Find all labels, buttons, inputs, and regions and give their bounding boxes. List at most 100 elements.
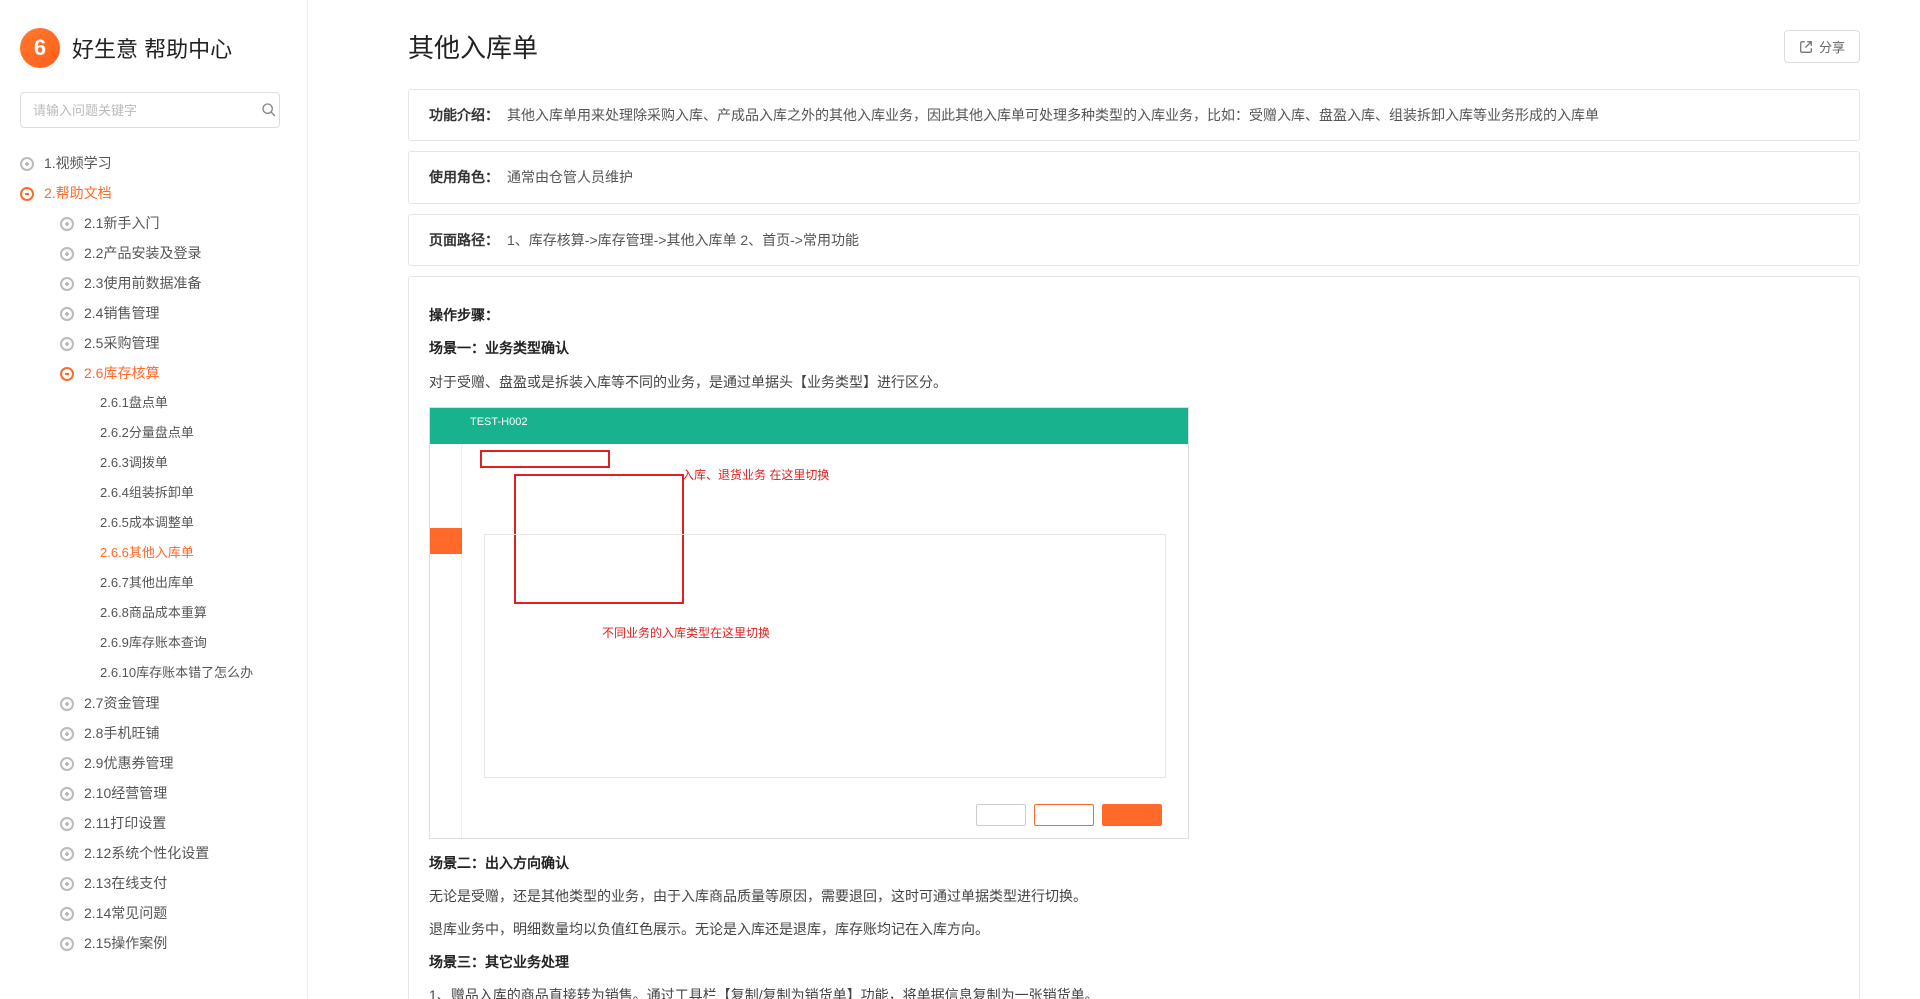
scene1-title: 场景一：业务类型确认 [429,336,1839,361]
nav-item-2-6[interactable]: 2.6库存核算 [20,358,287,388]
role-label: 使用角色： [429,169,499,185]
nav-label: 2.6.2分量盘点单 [100,425,194,440]
path-text: 1、库存核算->库存管理->其他入库单 2、首页->常用功能 [507,232,859,248]
nav-item-2-5[interactable]: 2.5采购管理 [20,328,287,358]
share-label: 分享 [1819,37,1845,56]
shot-header [430,408,1188,444]
nav-item-2-8[interactable]: 2.8手机旺铺 [20,718,287,748]
plus-icon [60,757,74,771]
shot-cancel-btn [976,804,1026,826]
title-row: 其他入库单 分享 [408,28,1860,65]
nav-label: 2.4销售管理 [84,305,159,321]
shot-header-text: TEST-H002 [470,416,527,428]
nav-item-docs[interactable]: 2.帮助文档 [20,178,287,208]
plus-icon [60,937,74,951]
nav-label: 2.13在线支付 [84,875,167,891]
nav-label: 2.14常见问题 [84,905,167,921]
nav-item-2-6-10[interactable]: 2.6.10库存账本错了怎么办 [20,658,287,688]
nav-label: 2.6.10库存账本错了怎么办 [100,665,253,680]
nav-item-2-6-4[interactable]: 2.6.4组装拆卸单 [20,478,287,508]
nav-label: 2.5采购管理 [84,335,159,351]
nav-label: 2.8手机旺铺 [84,725,159,741]
steps-heading: 操作步骤： [429,303,1839,328]
nav-item-2-15[interactable]: 2.15操作案例 [20,928,287,958]
nav-item-2-2[interactable]: 2.2产品安装及登录 [20,238,287,268]
shot-active-nav [430,528,462,554]
nav-item-2-6-6[interactable]: 2.6.6其他入库单 [20,538,287,568]
nav-item-2-6-3[interactable]: 2.6.3调拨单 [20,448,287,478]
nav-item-2-9[interactable]: 2.9优惠券管理 [20,748,287,778]
plus-icon [60,697,74,711]
plus-icon [60,727,74,741]
scene2-text2: 退库业务中，明细数量均以负值红色展示。无论是入库还是退库，库存账均记在入库方向。 [429,917,1839,942]
nav-item-2-12[interactable]: 2.12系统个性化设置 [20,838,287,868]
nav-label: 2.6.1盘点单 [100,395,168,410]
nav-item-2-13[interactable]: 2.13在线支付 [20,868,287,898]
nav-item-2-1[interactable]: 2.1新手入门 [20,208,287,238]
scene1-text: 对于受赠、盘盈或是拆装入库等不同的业务，是通过单据头【业务类型】进行区分。 [429,370,1839,395]
content-body: 操作步骤： 场景一：业务类型确认 对于受赠、盘盈或是拆装入库等不同的业务，是通过… [408,276,1860,999]
plus-icon [20,157,34,171]
nav-item-2-4[interactable]: 2.4销售管理 [20,298,287,328]
nav-label: 2.6.6其他入库单 [100,545,194,560]
nav-label: 2.10经营管理 [84,785,167,801]
nav-item-2-6-5[interactable]: 2.6.5成本调整单 [20,508,287,538]
nav-item-video[interactable]: 1.视频学习 [20,148,287,178]
scene3-title: 场景三：其它业务处理 [429,950,1839,975]
plus-icon [60,277,74,291]
nav-label: 2.1新手入门 [84,215,159,231]
nav-item-2-14[interactable]: 2.14常见问题 [20,898,287,928]
nav-item-2-6-8[interactable]: 2.6.8商品成本重算 [20,598,287,628]
nav-label: 2.6库存核算 [84,365,159,381]
nav-label: 2.12系统个性化设置 [84,845,209,861]
shot-draft-btn [1034,804,1094,826]
main-content: 其他入库单 分享 功能介绍： 其他入库单用来处理除采购入库、产成品入库之外的其他入… [308,0,1920,999]
plus-icon [60,787,74,801]
nav-label: 2.2产品安装及登录 [84,245,201,261]
nav-label: 2.帮助文档 [44,185,112,201]
scene2-title: 场景二：出入方向确认 [429,851,1839,876]
intro-label: 功能介绍： [429,107,499,123]
path-label: 页面路径： [429,232,499,248]
shot-save-btn [1102,804,1162,826]
nav-item-2-11[interactable]: 2.11打印设置 [20,808,287,838]
page-title: 其他入库单 [408,28,538,65]
nav-label: 2.6.9库存账本查询 [100,635,207,650]
search-input[interactable] [20,92,280,128]
nav-tree: 1.视频学习 2.帮助文档 2.1新手入门 2.2产品安装及登录 2.3使用前数… [20,148,287,958]
search-wrap [20,92,287,128]
screenshot-image: TEST-H002 入库、退货业务 在这里切换 不同业务的入库类型在这里切换 [429,407,1189,839]
nav-item-2-6-9[interactable]: 2.6.9库存账本查询 [20,628,287,658]
shot-sidebar [430,444,462,838]
annotation-text-1: 入库、退货业务 在这里切换 [682,466,829,483]
nav-item-2-6-2[interactable]: 2.6.2分量盘点单 [20,418,287,448]
shot-table [484,534,1166,778]
nav-item-2-6-1[interactable]: 2.6.1盘点单 [20,388,287,418]
role-panel: 使用角色：通常由仓管人员维护 [408,151,1860,203]
nav-label: 2.6.3调拨单 [100,455,168,470]
scene2-text1: 无论是受赠，还是其他类型的业务，由于入库商品质量等原因，需要退回，这时可通过单据… [429,884,1839,909]
nav-label: 2.9优惠券管理 [84,755,173,771]
minus-icon [60,367,74,381]
share-button[interactable]: 分享 [1784,30,1860,63]
brand-title: 好生意 帮助中心 [72,32,232,64]
intro-text: 其他入库单用来处理除采购入库、产成品入库之外的其他入库业务，因此其他入库单可处理… [507,107,1599,123]
plus-icon [60,877,74,891]
nav-item-2-7[interactable]: 2.7资金管理 [20,688,287,718]
search-icon [261,102,277,118]
nav-label: 2.11打印设置 [84,815,166,831]
share-icon [1799,40,1813,54]
plus-icon [60,217,74,231]
plus-icon [60,247,74,261]
plus-icon [60,307,74,321]
nav-item-2-10[interactable]: 2.10经营管理 [20,778,287,808]
brand-row: 6 好生意 帮助中心 [20,28,287,68]
nav-label: 1.视频学习 [44,155,112,171]
nav-item-2-6-7[interactable]: 2.6.7其他出库单 [20,568,287,598]
nav-label: 2.6.7其他出库单 [100,575,194,590]
intro-panel: 功能介绍： 其他入库单用来处理除采购入库、产成品入库之外的其他入库业务，因此其他入… [408,89,1860,141]
nav-label: 2.7资金管理 [84,695,159,711]
annotation-box-1 [480,450,610,468]
nav-label: 2.3使用前数据准备 [84,275,201,291]
nav-item-2-3[interactable]: 2.3使用前数据准备 [20,268,287,298]
